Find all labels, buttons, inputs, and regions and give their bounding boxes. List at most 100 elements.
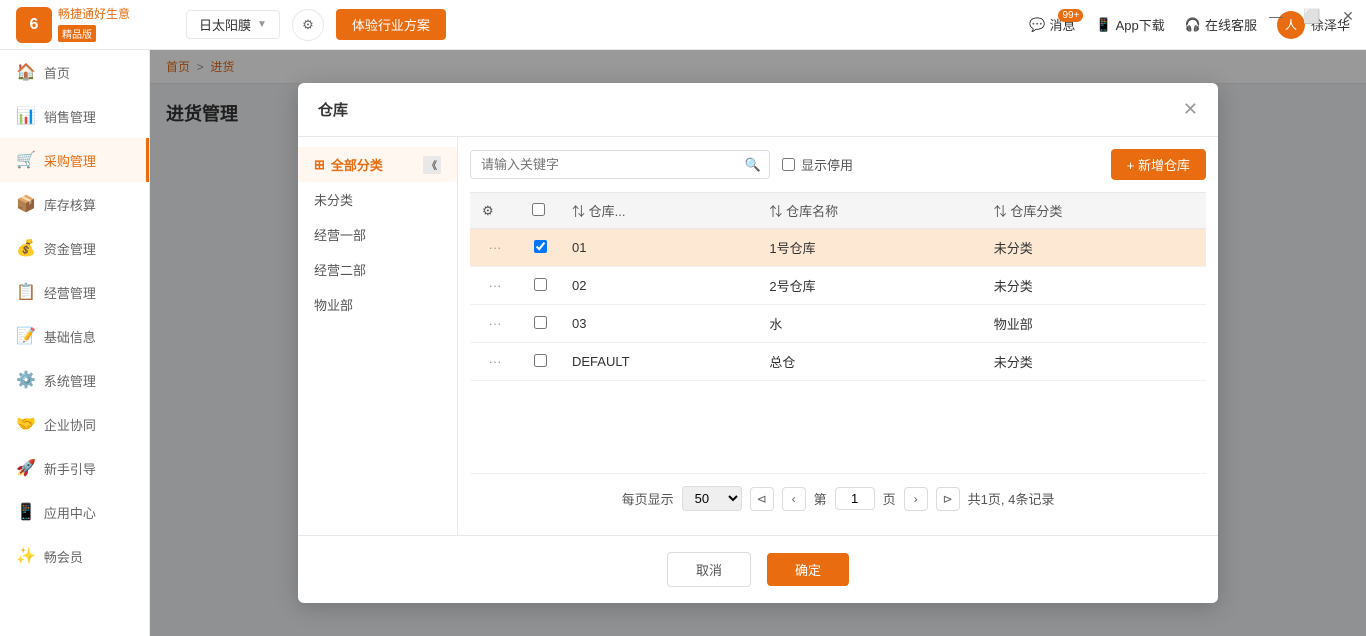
sidebar-item-sales[interactable]: 📊 销售管理	[0, 94, 149, 138]
row-checkbox-cell	[520, 305, 560, 343]
row-name: 2号仓库	[757, 267, 981, 305]
sidebar-item-purchase[interactable]: 🛒 采购管理	[0, 138, 149, 182]
sidebar-item-member[interactable]: ✨ 畅会员	[0, 534, 149, 578]
top-header: 6 畅捷通好生意 精品版 日太阳膜 ▼ ⚙ 体验行业方案 💬 消息 99+ 📱 …	[0, 0, 1366, 50]
table-row[interactable]: ··· 03 水 物业部	[470, 305, 1206, 343]
close-button[interactable]: ✕	[1330, 0, 1366, 32]
per-page-label: 每页显示	[622, 489, 674, 508]
pagination: 每页显示 50 100 ⊲ ‹ 第 页 › ⊳ 共	[470, 473, 1206, 523]
total-info: 共1页, 4条记录	[968, 489, 1055, 508]
col-header-code: ⇅ 仓库...	[560, 193, 757, 229]
sidebar-item-label: 销售管理	[44, 107, 96, 126]
row-name: 水	[757, 305, 981, 343]
show-disabled-checkbox[interactable]	[782, 158, 795, 171]
col-header-name: ⇅ 仓库名称	[757, 193, 981, 229]
row-checkbox[interactable]	[534, 354, 547, 367]
main-content: 首页 > 进货 进货管理 仓库 ✕ ⊞	[150, 50, 1366, 636]
message-icon: 💬	[1029, 17, 1045, 33]
category-item-dept3[interactable]: 物业部	[298, 287, 457, 322]
select-all-checkbox[interactable]	[532, 203, 545, 216]
basic-info-icon: 📝	[16, 326, 36, 346]
table-toolbar: 🔍 显示停用 + 新增仓库	[470, 149, 1206, 180]
sidebar-item-operations[interactable]: 📋 经营管理	[0, 270, 149, 314]
sidebar-item-basic-info[interactable]: 📝 基础信息	[0, 314, 149, 358]
category-item-unclassified[interactable]: 未分类	[298, 182, 457, 217]
row-checkbox[interactable]	[534, 316, 547, 329]
next-page-button[interactable]: ›	[904, 487, 928, 511]
row-category: 未分类	[982, 229, 1206, 267]
sidebar-item-label: 首页	[44, 63, 70, 82]
category-all-label: 全部分类	[331, 155, 383, 174]
category-label: 经营一部	[314, 228, 366, 243]
sidebar-item-label: 新手引导	[44, 459, 96, 478]
last-page-button[interactable]: ⊳	[936, 487, 960, 511]
modal-footer: 取消 确定	[298, 535, 1218, 603]
sidebar-item-enterprise[interactable]: 🤝 企业协同	[0, 402, 149, 446]
sidebar-item-label: 系统管理	[44, 371, 96, 390]
grid-icon: ⊞	[314, 157, 325, 173]
app-center-icon: 📱	[16, 502, 36, 522]
sidebar: 🏠 首页 📊 销售管理 🛒 采购管理 📦 库存核算 💰 资金管理 📋 经营管理 …	[0, 50, 150, 636]
app-icon: 📱	[1095, 17, 1111, 33]
more-icon: ···	[489, 240, 502, 255]
col-header-check	[520, 193, 560, 229]
row-category: 未分类	[982, 343, 1206, 381]
logo-icon: 6	[16, 7, 52, 43]
row-checkbox-cell	[520, 229, 560, 267]
message-item[interactable]: 💬 消息 99+	[1029, 15, 1075, 34]
confirm-button[interactable]: 确定	[767, 553, 849, 586]
first-page-button[interactable]: ⊲	[750, 487, 774, 511]
sort-icon: ⇅	[769, 204, 782, 219]
sidebar-item-app[interactable]: 📱 应用中心	[0, 490, 149, 534]
page-input[interactable]	[835, 487, 875, 510]
collapse-button[interactable]: 《	[423, 156, 441, 174]
row-name: 总仓	[757, 343, 981, 381]
app-download-label: App下载	[1116, 15, 1165, 34]
sidebar-item-system[interactable]: ⚙️ 系统管理	[0, 358, 149, 402]
row-category: 未分类	[982, 267, 1206, 305]
sidebar-item-home[interactable]: 🏠 首页	[0, 50, 149, 94]
purchase-icon: 🛒	[16, 150, 36, 170]
row-more-btn[interactable]: ···	[470, 343, 520, 381]
category-all[interactable]: ⊞ 全部分类 《	[298, 147, 457, 182]
sidebar-item-label: 库存核算	[44, 195, 96, 214]
per-page-select[interactable]: 50 100	[682, 486, 742, 511]
online-service-item[interactable]: 🎧 在线客服	[1185, 15, 1257, 34]
trial-button[interactable]: 体验行业方案	[336, 9, 446, 40]
page-label: 第	[814, 489, 827, 508]
table-row[interactable]: ··· 01 1号仓库 未分类	[470, 229, 1206, 267]
modal-title: 仓库	[318, 99, 348, 120]
table-row[interactable]: ··· 02 2号仓库 未分类	[470, 267, 1206, 305]
cancel-button[interactable]: 取消	[667, 552, 751, 587]
category-item-dept2[interactable]: 经营二部	[298, 252, 457, 287]
row-more-btn[interactable]: ···	[470, 229, 520, 267]
search-input[interactable]	[471, 151, 769, 178]
add-warehouse-button[interactable]: + 新增仓库	[1111, 149, 1206, 180]
prev-page-button[interactable]: ‹	[782, 487, 806, 511]
sort-icon: ⇅	[572, 204, 585, 219]
sidebar-item-guide[interactable]: 🚀 新手引导	[0, 446, 149, 490]
category-label: 经营二部	[314, 263, 366, 278]
more-icon: ···	[489, 316, 502, 331]
show-disabled-toggle[interactable]: 显示停用	[782, 155, 853, 174]
row-more-btn[interactable]: ···	[470, 305, 520, 343]
store-selector[interactable]: 日太阳膜 ▼	[186, 10, 280, 39]
warehouse-modal: 仓库 ✕ ⊞ 全部分类 《 未分类	[298, 83, 1218, 603]
sidebar-item-label: 基础信息	[44, 327, 96, 346]
maximize-button[interactable]: ⬜	[1294, 0, 1330, 32]
row-code: 03	[560, 305, 757, 343]
row-checkbox[interactable]	[534, 278, 547, 291]
table-row[interactable]: ··· DEFAULT 总仓 未分类	[470, 343, 1206, 381]
row-checkbox-cell	[520, 267, 560, 305]
sidebar-item-inventory[interactable]: 📦 库存核算	[0, 182, 149, 226]
sidebar-item-finance[interactable]: 💰 资金管理	[0, 226, 149, 270]
modal-overlay: 仓库 ✕ ⊞ 全部分类 《 未分类	[150, 50, 1366, 636]
row-checkbox[interactable]	[534, 240, 547, 253]
modal-close-button[interactable]: ✕	[1183, 99, 1198, 120]
settings-button[interactable]: ⚙	[292, 9, 324, 41]
category-item-dept1[interactable]: 经营一部	[298, 217, 457, 252]
row-more-btn[interactable]: ···	[470, 267, 520, 305]
app-download-item[interactable]: 📱 App下载	[1095, 15, 1164, 34]
store-name: 日太阳膜	[199, 15, 251, 34]
minimize-button[interactable]: —	[1258, 0, 1294, 32]
